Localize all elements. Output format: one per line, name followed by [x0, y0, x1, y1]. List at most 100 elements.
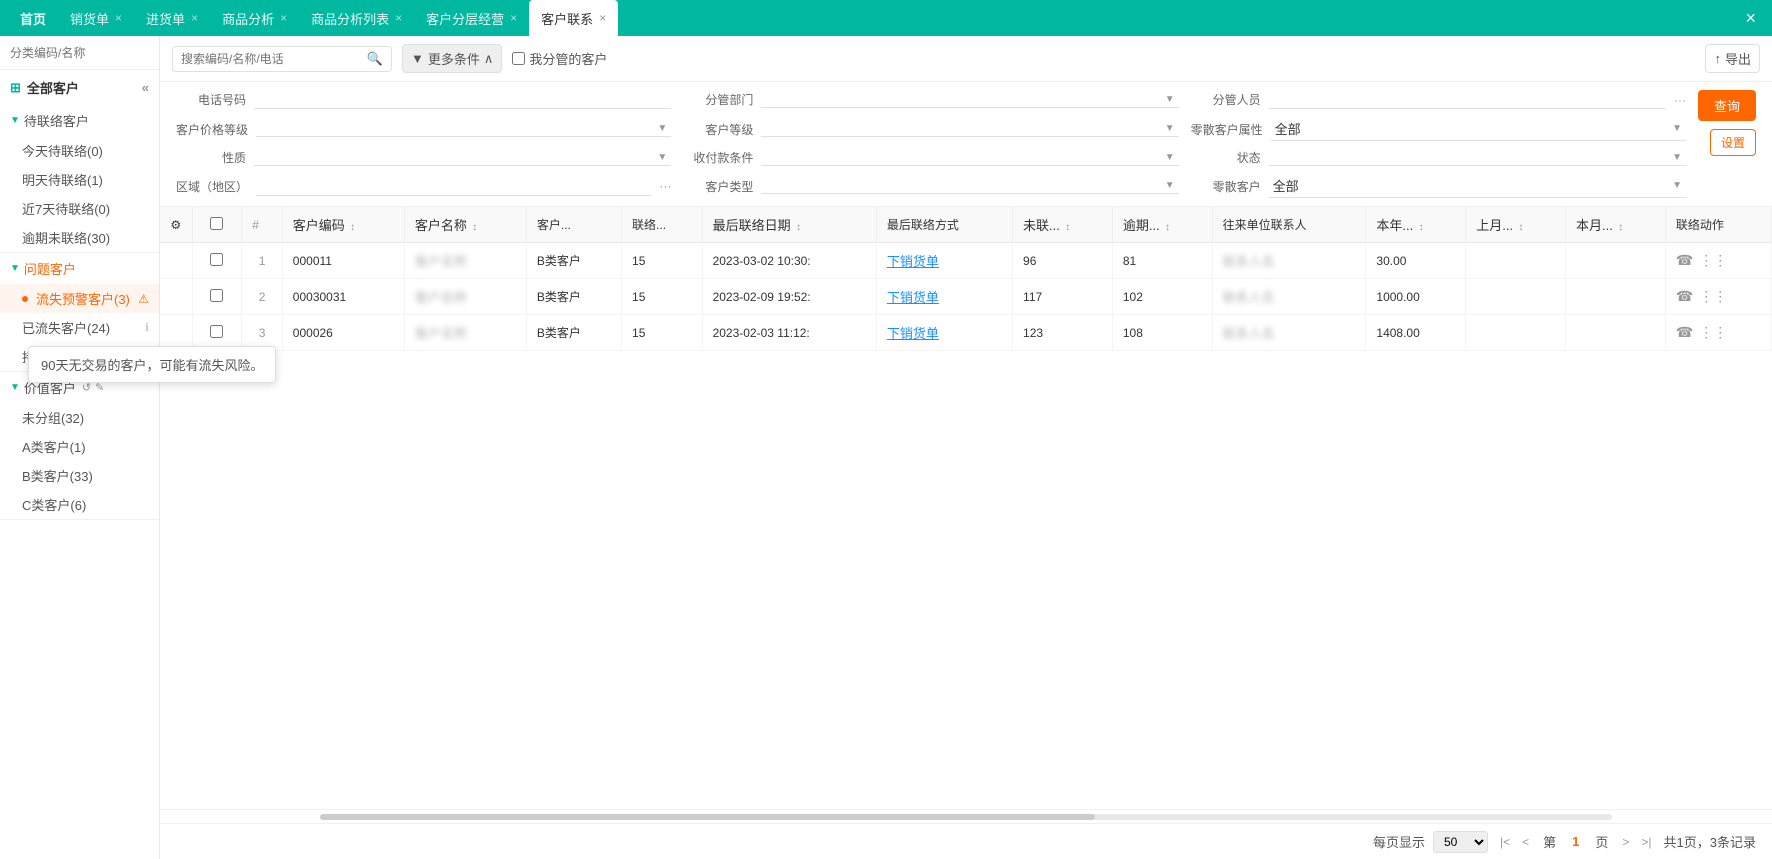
sidebar-item-churned[interactable]: 已流失客户(24) ℹ	[0, 313, 159, 342]
price-grade-select[interactable]: ▼	[256, 121, 671, 137]
status-caret: ▼	[1672, 152, 1682, 163]
this-month-header[interactable]: 本月... ↕	[1566, 207, 1666, 243]
row2-this-month	[1566, 279, 1666, 315]
row2-more-icon[interactable]: ⋮⋮	[1699, 288, 1727, 305]
row2-contact-icon[interactable]: ☎	[1676, 288, 1693, 305]
region-input[interactable]	[256, 177, 651, 196]
group-pending-header[interactable]: ▼ 待联络客户	[0, 105, 159, 136]
this-year-header[interactable]: 本年... ↕	[1366, 207, 1466, 243]
row3-action: ☎ ⋮⋮	[1665, 315, 1771, 351]
tab-product-list[interactable]: 商品分析列表 ×	[299, 0, 414, 36]
close-sales-tab[interactable]: ×	[115, 11, 122, 25]
first-page-btn[interactable]: |<	[1496, 833, 1514, 851]
row3-contact-type[interactable]: 下销货单	[876, 315, 1012, 351]
phone-input[interactable]	[254, 90, 671, 109]
this-month-label: 本月...	[1576, 218, 1613, 233]
retail-attr-select[interactable]: 全部 ▼	[1271, 117, 1686, 141]
sidebar-item-churn-warning[interactable]: 流失预警客户(3) ⚠	[0, 284, 159, 313]
arrow-icon2: ▼	[10, 263, 20, 274]
more-filter-btn[interactable]: ▼ 更多条件 ∧	[402, 44, 502, 73]
tab-customer-contact[interactable]: 客户联系 ×	[529, 0, 618, 36]
sidebar-item-7days[interactable]: 近7天待联络(0)	[0, 194, 159, 223]
per-page-label: 每页显示	[1373, 832, 1425, 851]
row3-code: 000026	[282, 315, 404, 351]
select-all-checkbox[interactable]	[210, 217, 223, 230]
row2-checkbox[interactable]	[210, 289, 223, 302]
row3-more-icon[interactable]: ⋮⋮	[1699, 324, 1727, 341]
sidebar-item-unclassified[interactable]: 未分组(32)	[0, 403, 159, 432]
row3-contact-icon[interactable]: ☎	[1676, 324, 1693, 341]
query-btn[interactable]: 查询	[1698, 90, 1756, 121]
close-segment-tab[interactable]: ×	[510, 11, 517, 25]
close-product-list-tab[interactable]: ×	[395, 11, 402, 25]
tab-home[interactable]: 首页	[8, 0, 58, 36]
per-page-select[interactable]: 50 100 200	[1433, 831, 1488, 853]
customer-grade-select[interactable]: ▼	[761, 121, 1178, 137]
scrollbar-thumb[interactable]	[320, 814, 1095, 820]
export-btn[interactable]: ↑ 导出	[1705, 44, 1760, 73]
prev-page-btn[interactable]: <	[1518, 833, 1533, 851]
row3-unit-contact: 联系人名	[1212, 315, 1366, 351]
scrollbar-track[interactable]	[320, 814, 1612, 820]
next-page-btn[interactable]: >	[1618, 833, 1633, 851]
row1-contact-type[interactable]: 下销货单	[876, 243, 1012, 279]
close-window-btn[interactable]: ×	[1737, 8, 1764, 29]
last-page-btn[interactable]: >|	[1637, 833, 1655, 851]
row1-contact-icon[interactable]: ☎	[1676, 252, 1693, 269]
sidebar-item-a-class[interactable]: A类客户(1)	[0, 432, 159, 461]
not-contacted-header[interactable]: 未联... ↕	[1013, 207, 1113, 243]
tab-customer-segment[interactable]: 客户分层经营 ×	[414, 0, 529, 36]
payment-select[interactable]: ▼	[761, 150, 1178, 166]
settings-btn[interactable]: 设置	[1710, 129, 1756, 156]
my-customers-checkbox[interactable]	[512, 52, 525, 65]
checkbox-header[interactable]	[192, 207, 242, 243]
sidebar-item-overdue[interactable]: 逾期未联络(30)	[0, 223, 159, 252]
last-contact-date-header[interactable]: 最后联络日期 ↕	[702, 207, 876, 243]
horizontal-scrollbar[interactable]	[160, 809, 1772, 823]
tab-sales[interactable]: 销货单 ×	[58, 0, 134, 36]
filter-phone: 电话号码	[176, 90, 671, 109]
group-problem-header[interactable]: ▼ 问题客户	[0, 253, 159, 284]
row2-action: ☎ ⋮⋮	[1665, 279, 1771, 315]
region-more[interactable]: ···	[659, 179, 671, 193]
tab-product-analysis[interactable]: 商品分析 ×	[210, 0, 299, 36]
sidebar-item-b-class[interactable]: B类客户(33)	[0, 461, 159, 490]
manager-more[interactable]: ···	[1674, 93, 1686, 107]
sidebar-item-tomorrow[interactable]: 明天待联络(1)	[0, 165, 159, 194]
last-month-header[interactable]: 上月... ↕	[1466, 207, 1566, 243]
gear-header[interactable]: ⚙	[160, 207, 192, 243]
search-icon[interactable]: 🔍	[367, 51, 383, 67]
table-wrap: ⚙ # 客户编码 ↕ 客户名称 ↕ 客户... 联络...	[160, 207, 1772, 809]
search-input[interactable]	[181, 52, 367, 66]
my-customers-checkbox-label[interactable]: 我分管的客户	[512, 49, 607, 68]
dept-select[interactable]: ▼	[761, 92, 1178, 108]
close-contact-tab[interactable]: ×	[599, 11, 606, 25]
close-purchase-tab[interactable]: ×	[191, 11, 198, 25]
row2-checkbox-cell[interactable]	[192, 279, 242, 315]
this-month-sort-icon: ↕	[1618, 222, 1623, 233]
row3-checkbox[interactable]	[210, 325, 223, 338]
status-select[interactable]: ▼	[1269, 150, 1686, 166]
row1-more-icon[interactable]: ⋮⋮	[1699, 252, 1727, 269]
nature-select[interactable]: ▼	[254, 150, 671, 166]
name-header[interactable]: 客户名称 ↕	[404, 207, 526, 243]
row1-checkbox-cell[interactable]	[192, 243, 242, 279]
sidebar-item-c-class[interactable]: C类客户(6)	[0, 490, 159, 519]
close-product-analysis-tab[interactable]: ×	[280, 11, 287, 25]
filter-panel: 电话号码 分管部门 ▼ 分管人员 ···	[160, 82, 1772, 207]
overdue-header[interactable]: 逾期... ↕	[1112, 207, 1212, 243]
row2-date: 2023-02-09 19:52:	[702, 279, 876, 315]
tab-purchase[interactable]: 进货单 ×	[134, 0, 210, 36]
code-header[interactable]: 客户编码 ↕	[282, 207, 404, 243]
row1-overdue: 81	[1112, 243, 1212, 279]
retail-customer-select[interactable]: 全部 ▼	[1269, 174, 1686, 198]
row2-contact-type[interactable]: 下销货单	[876, 279, 1012, 315]
row1-checkbox[interactable]	[210, 253, 223, 266]
all-customers-header[interactable]: ⊞ 全部客户 «	[0, 70, 159, 105]
manager-input[interactable]	[1269, 90, 1666, 109]
filter-region: 区域（地区） ···	[176, 177, 671, 196]
sidebar-item-today[interactable]: 今天待联络(0)	[0, 136, 159, 165]
row1-this-month	[1566, 243, 1666, 279]
customer-type-select[interactable]: ▼	[761, 178, 1178, 194]
sidebar-search-input[interactable]	[10, 46, 160, 60]
